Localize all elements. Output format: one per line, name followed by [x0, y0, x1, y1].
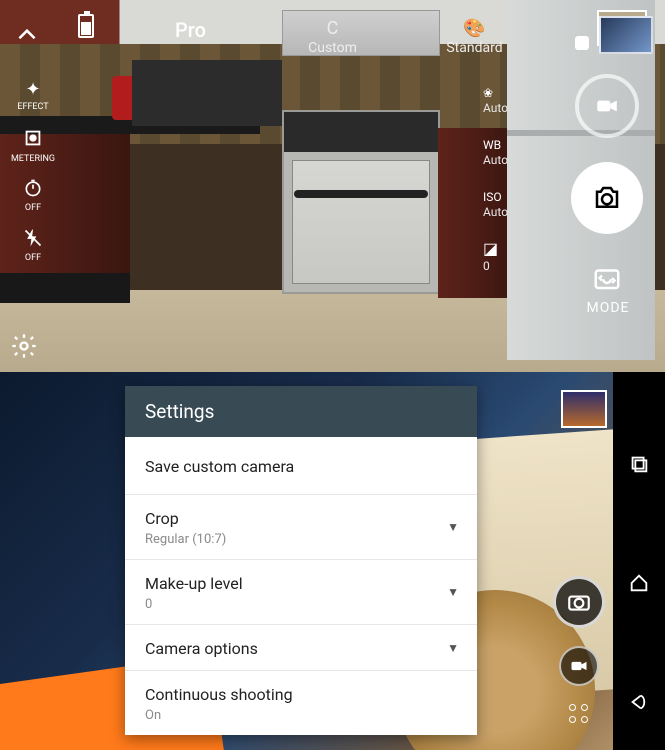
focus-mode-button[interactable]: ❀ Auto: [483, 74, 543, 126]
save-custom-label: Save custom camera: [145, 457, 457, 476]
mode-custom-label: Custom: [308, 40, 357, 56]
flash-button[interactable]: OFF: [10, 220, 56, 270]
timer-button[interactable]: OFF: [10, 170, 56, 220]
mode-custom-icon: C: [294, 18, 372, 40]
continuous-value: On: [145, 708, 457, 723]
home-icon: [628, 572, 650, 594]
makeup-label: Make-up level: [145, 574, 457, 593]
chevron-down-icon: ▼: [447, 641, 459, 655]
chevron-down-icon: ▼: [447, 520, 459, 534]
camera-options-label: Camera options: [145, 639, 457, 658]
settings-title: Settings: [145, 400, 214, 423]
exposure-value: 0: [483, 259, 543, 273]
effect-button[interactable]: ✦ EFFECT: [10, 70, 56, 120]
timer-icon: [23, 178, 43, 201]
flash-off-icon: [23, 228, 43, 251]
back-button[interactable]: [625, 688, 653, 716]
effect-icon: ✦: [25, 79, 40, 100]
crop-value: Regular (10:7): [145, 532, 457, 547]
settings-row-continuous[interactable]: Continuous shooting On: [125, 671, 477, 735]
mode-standard-label: Standard: [446, 40, 502, 56]
iso-button[interactable]: ISO Auto: [483, 178, 543, 230]
metering-label: METERING: [11, 154, 55, 164]
settings-header: Settings: [125, 386, 477, 437]
bottom-action-column: [551, 372, 607, 750]
home-button[interactable]: [625, 569, 653, 597]
timer-value: OFF: [25, 203, 41, 213]
continuous-label: Continuous shooting: [145, 685, 457, 704]
mode-button[interactable]: MODE: [573, 300, 643, 316]
mode-pro[interactable]: Pro: [152, 18, 230, 56]
metering-button[interactable]: METERING: [10, 120, 56, 170]
video-icon: [569, 656, 589, 676]
camera-icon: [592, 183, 622, 213]
palette-icon: 🎨: [436, 18, 514, 40]
wb-label: WB: [483, 138, 543, 152]
iso-label: ISO: [483, 190, 543, 204]
settings-panel: Settings Save custom camera Crop Regular…: [125, 386, 477, 735]
flash-value: OFF: [25, 253, 41, 263]
shutter-button-bottom[interactable]: [553, 576, 605, 628]
mode-pro-label: Pro: [175, 18, 206, 42]
left-control-column: ✦ EFFECT METERING OFF OFF: [10, 70, 56, 270]
flower-icon: ❀: [483, 86, 543, 100]
video-icon: [594, 93, 620, 119]
mode-button-label: MODE: [587, 300, 630, 316]
mode-custom[interactable]: C Custom: [294, 18, 372, 56]
gallery-thumbnail[interactable]: [599, 16, 653, 54]
focus-mode-value: Auto: [483, 101, 543, 115]
wb-value: Auto: [483, 153, 543, 167]
back-icon: [628, 691, 650, 713]
switch-camera-icon: [592, 263, 622, 293]
record-video-button-bottom[interactable]: [559, 646, 599, 686]
mode-standard[interactable]: 🎨 Standard: [436, 18, 514, 56]
right-param-column: ❀ Auto WB Auto ISO Auto ◪ 0: [483, 74, 543, 282]
white-balance-button[interactable]: WB Auto: [483, 126, 543, 178]
recent-apps-icon: [628, 453, 650, 475]
system-nav-bar: [613, 372, 665, 750]
recent-apps-button[interactable]: [625, 450, 653, 478]
camera-mode-strip: Pro C Custom 🎨 Standard: [0, 18, 665, 56]
shutter-button[interactable]: [571, 162, 643, 234]
metering-icon: [22, 127, 44, 152]
settings-row-crop[interactable]: Crop Regular (10:7) ▼: [125, 495, 477, 560]
camera-viewfinder-bottom: Settings Save custom camera Crop Regular…: [0, 372, 665, 750]
settings-row-makeup[interactable]: Make-up level 0 ▼: [125, 560, 477, 625]
exposure-button[interactable]: ◪ 0: [483, 230, 543, 282]
record-video-button[interactable]: [575, 74, 639, 138]
chevron-down-icon: ▼: [447, 585, 459, 599]
effect-label: EFFECT: [17, 102, 48, 112]
crop-label: Crop: [145, 509, 457, 528]
switch-camera-button[interactable]: [585, 256, 629, 300]
exposure-icon: ◪: [483, 239, 543, 258]
camera-icon: [566, 589, 592, 615]
iso-value: Auto: [483, 205, 543, 219]
settings-gear-button[interactable]: [10, 332, 38, 360]
settings-row-save-custom[interactable]: Save custom camera: [125, 437, 477, 495]
mode-grid-button[interactable]: [569, 704, 589, 724]
camera-viewfinder-top: Pro C Custom 🎨 Standard ✦ EFFECT METERIN…: [0, 0, 665, 372]
makeup-value: 0: [145, 597, 457, 612]
settings-row-camera-options[interactable]: Camera options ▼: [125, 625, 477, 671]
